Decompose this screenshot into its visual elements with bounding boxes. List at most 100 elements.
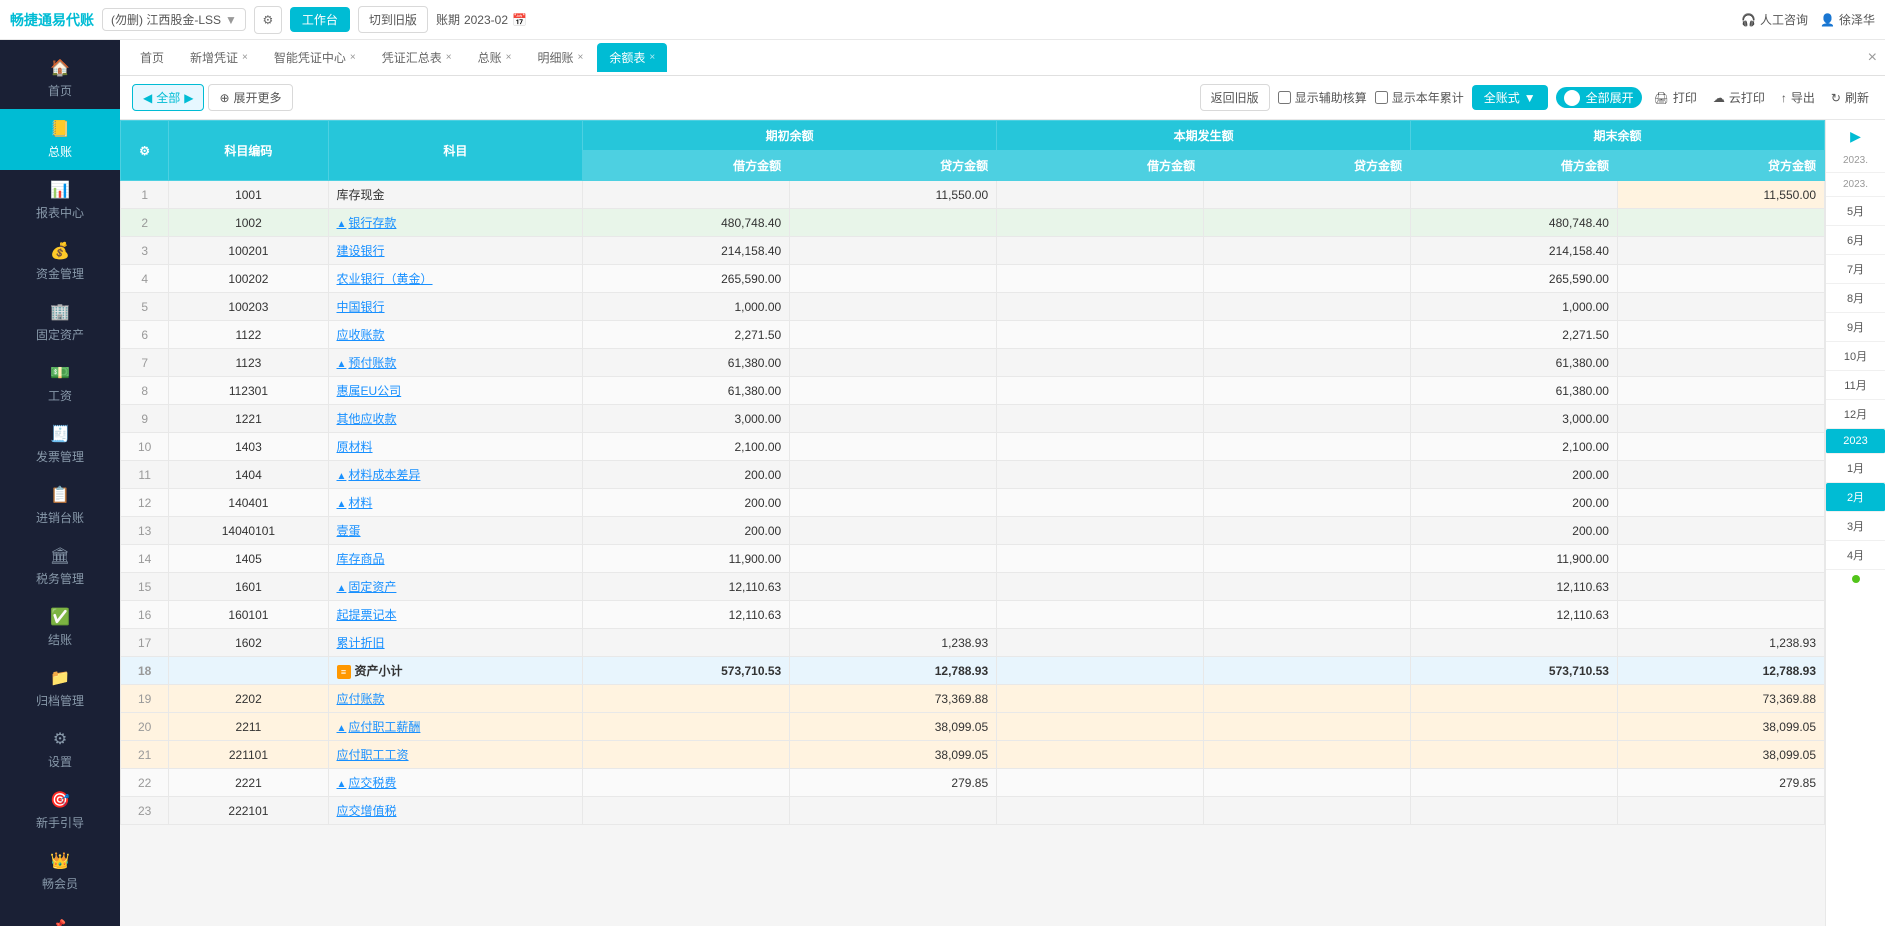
sidebar-item-ledger[interactable]: 📒 总账 [0, 109, 120, 170]
row-name[interactable]: ▲固定资产 [328, 573, 583, 601]
row-name[interactable]: ▲预付账款 [328, 349, 583, 377]
row-cb-credit[interactable]: 38,099.05 [1617, 713, 1824, 741]
row-name[interactable]: 惠属EU公司 [328, 377, 583, 405]
row-cb-debit[interactable]: 200.00 [1411, 489, 1618, 517]
period-nav-year-2023[interactable]: 2023 [1826, 429, 1885, 454]
row-name[interactable]: 其他应收款 [328, 405, 583, 433]
refresh-button[interactable]: ↻ 刷新 [1827, 89, 1873, 106]
tab-general-ledger[interactable]: 总账 × [466, 43, 524, 72]
row-cb-debit[interactable]: 1,000.00 [1411, 293, 1618, 321]
row-name[interactable]: 应付账款 [328, 685, 583, 713]
sidebar-item-archive[interactable]: 📁 归档管理 [0, 658, 120, 719]
row-ob-debit[interactable]: 480,748.40 [583, 209, 790, 237]
show-aux-checkbox[interactable] [1278, 91, 1291, 104]
period-nav-apr[interactable]: 4月 [1826, 541, 1885, 570]
tab-detail-ledger-close[interactable]: × [577, 52, 583, 63]
filter-all-button[interactable]: ◀ 全部 ▶ [132, 84, 204, 111]
row-cb-debit[interactable]: 61,380.00 [1411, 349, 1618, 377]
row-ob-credit[interactable]: 12,788.93 [790, 657, 997, 685]
expand-row-icon[interactable]: ▲ [337, 471, 347, 482]
row-cb-debit[interactable]: 265,590.00 [1411, 265, 1618, 293]
period-nav-sep[interactable]: 9月 [1826, 313, 1885, 342]
row-cb-debit[interactable]: 3,000.00 [1411, 405, 1618, 433]
row-ob-credit[interactable]: 1,238.93 [790, 629, 997, 657]
row-cb-credit[interactable]: 11,550.00 [1617, 181, 1824, 209]
row-cb-credit[interactable]: 12,788.93 [1617, 657, 1824, 685]
tab-voucher-summary[interactable]: 凭证汇总表 × [370, 43, 464, 72]
row-cb-credit[interactable]: 73,369.88 [1617, 685, 1824, 713]
period-nav-nov[interactable]: 11月 [1826, 371, 1885, 400]
row-cb-debit[interactable]: 2,100.00 [1411, 433, 1618, 461]
tab-general-ledger-close[interactable]: × [506, 52, 512, 63]
sidebar-item-purchases[interactable]: 📋 进销台账 [0, 475, 120, 536]
show-aux-checkbox-group[interactable]: 显示辅助核算 [1278, 89, 1367, 106]
period-nav-dec[interactable]: 12月 [1826, 400, 1885, 429]
sidebar-item-guide[interactable]: 🎯 新手引导 [0, 780, 120, 841]
sidebar-item-reports[interactable]: 📊 报表中心 [0, 170, 120, 231]
sidebar-item-payroll[interactable]: 💵 工资 [0, 353, 120, 414]
row-ob-debit[interactable]: 573,710.53 [583, 657, 790, 685]
row-ob-credit[interactable]: 38,099.05 [790, 713, 997, 741]
period-nav-mar[interactable]: 3月 [1826, 512, 1885, 541]
switch-version-button[interactable]: 切到旧版 [358, 6, 428, 33]
period-nav-may[interactable]: 5月 [1826, 197, 1885, 226]
row-ob-debit[interactable]: 11,900.00 [583, 545, 790, 573]
row-cb-debit[interactable]: 11,900.00 [1411, 545, 1618, 573]
row-cb-credit[interactable]: 38,099.05 [1617, 741, 1824, 769]
row-ob-debit[interactable]: 214,158.40 [583, 237, 790, 265]
row-name[interactable]: 应收账款 [328, 321, 583, 349]
period-nav-oct[interactable]: 10月 [1826, 342, 1885, 371]
tab-smart-voucher[interactable]: 智能凭证中心 × [262, 43, 368, 72]
row-ob-debit[interactable]: 200.00 [583, 489, 790, 517]
sidebar-item-invoice[interactable]: 🧾 发票管理 [0, 414, 120, 475]
tab-new-voucher-close[interactable]: × [242, 52, 248, 63]
row-ob-debit[interactable]: 61,380.00 [583, 377, 790, 405]
sidebar-item-funds[interactable]: 💰 资金管理 [0, 231, 120, 292]
row-ob-debit[interactable]: 12,110.63 [583, 601, 790, 629]
period-nav-june[interactable]: 6月 [1826, 226, 1885, 255]
tab-home[interactable]: 首页 [128, 43, 176, 72]
tab-new-voucher[interactable]: 新增凭证 × [178, 43, 260, 72]
format-button[interactable]: 全账式 ▼ [1472, 85, 1548, 110]
company-selector[interactable]: (勿删) 江西股金-LSS ▼ [102, 8, 246, 31]
close-all-tabs-icon[interactable]: × [1868, 49, 1877, 67]
row-ob-debit[interactable]: 2,271.50 [583, 321, 790, 349]
workbench-button[interactable]: 工作台 [290, 7, 350, 32]
sidebar-item-tax[interactable]: 🏛 税务管理 [0, 536, 120, 597]
row-name[interactable]: 建设银行 [328, 237, 583, 265]
row-name[interactable]: 应付职工工资 [328, 741, 583, 769]
row-ob-debit[interactable]: 200.00 [583, 461, 790, 489]
col-settings-header[interactable]: ⚙ [121, 121, 169, 181]
print-button[interactable]: 🖨 打印 [1650, 89, 1701, 106]
row-name[interactable]: 应交增值税 [328, 797, 583, 825]
row-cb-debit[interactable]: 480,748.40 [1411, 209, 1618, 237]
tab-balance-sheet[interactable]: 余额表 × [597, 43, 667, 72]
row-cb-debit[interactable]: 61,380.00 [1411, 377, 1618, 405]
row-name[interactable]: ▲应付职工薪酬 [328, 713, 583, 741]
row-ob-debit[interactable]: 61,380.00 [583, 349, 790, 377]
row-name[interactable]: 中国银行 [328, 293, 583, 321]
row-ob-debit[interactable]: 3,000.00 [583, 405, 790, 433]
row-ob-debit[interactable]: 12,110.63 [583, 573, 790, 601]
tab-balance-sheet-close[interactable]: × [649, 52, 655, 63]
row-ob-credit[interactable]: 11,550.00 [790, 181, 997, 209]
row-ob-credit[interactable]: 38,099.05 [790, 741, 997, 769]
row-cb-debit[interactable]: 214,158.40 [1411, 237, 1618, 265]
expand-all-toggle[interactable]: 全部展开 [1556, 87, 1642, 108]
row-cb-credit[interactable]: 279.85 [1617, 769, 1824, 797]
period-nav-july[interactable]: 7月 [1826, 255, 1885, 284]
tab-detail-ledger[interactable]: 明细账 × [525, 43, 595, 72]
sidebar-item-settings[interactable]: ⚙ 设置 [0, 719, 120, 780]
row-cb-credit[interactable]: 1,238.93 [1617, 629, 1824, 657]
period-nav-aug[interactable]: 8月 [1826, 284, 1885, 313]
row-name[interactable]: ▲应交税费 [328, 769, 583, 797]
row-ob-debit[interactable]: 1,000.00 [583, 293, 790, 321]
row-name[interactable]: ▲材料成本差异 [328, 461, 583, 489]
row-ob-credit[interactable]: 279.85 [790, 769, 997, 797]
sidebar-item-home[interactable]: 🏠 首页 [0, 48, 120, 109]
row-name[interactable]: ▲材料 [328, 489, 583, 517]
user-profile[interactable]: 👤 徐泽华 [1820, 11, 1875, 28]
expand-row-icon[interactable]: ▲ [337, 219, 347, 230]
right-panel-toggle[interactable]: ▶ [1846, 124, 1865, 149]
row-name[interactable]: 壹蛋 [328, 517, 583, 545]
